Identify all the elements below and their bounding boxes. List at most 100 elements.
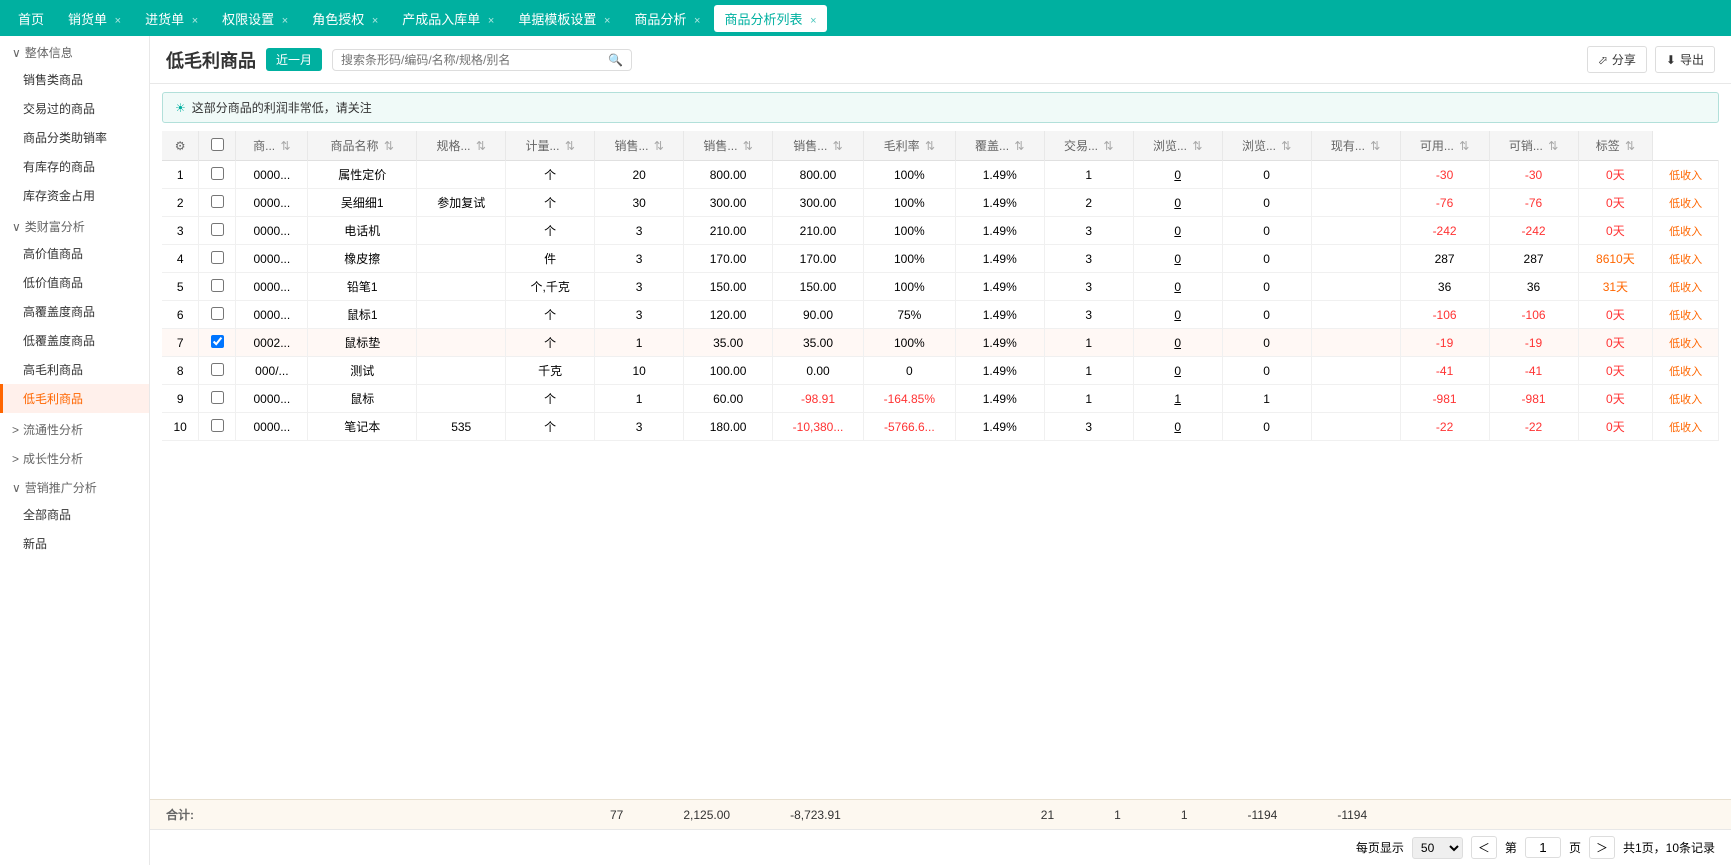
row-spec: 535 — [417, 413, 506, 441]
col-name[interactable]: 商品名称 ⇅ — [308, 131, 417, 161]
row-sales-qty: 3 — [595, 245, 684, 273]
col-coverage[interactable]: 覆盖... ⇅ — [955, 131, 1044, 161]
row-checkbox[interactable] — [211, 391, 224, 404]
row-checkbox[interactable] — [211, 223, 224, 236]
row-checkbox[interactable] — [211, 279, 224, 292]
col-sales-qty[interactable]: 销售... ⇅ — [595, 131, 684, 161]
col-sales-price[interactable]: 销售... ⇅ — [684, 131, 773, 161]
row-coverage: 2 — [1044, 189, 1133, 217]
col-saleable[interactable]: 可销... ⇅ — [1489, 131, 1578, 161]
nav-goods-analysis-list-close[interactable]: × — [810, 15, 816, 27]
row-sales-qty: 30 — [595, 189, 684, 217]
footer-sales-price: 2,125.00 — [683, 808, 730, 822]
sidebar-group-wealth[interactable]: ∨ 类财富分析 — [0, 210, 149, 239]
sidebar-group-growth[interactable]: > 成长性分析 — [0, 442, 149, 471]
page-title: 低毛利商品 — [166, 47, 256, 73]
search-input[interactable] — [341, 53, 608, 67]
sidebar-group-overall[interactable]: ∨ 整体信息 — [0, 36, 149, 65]
nav-templates-close[interactable]: × — [604, 15, 610, 27]
sidebar-group-flow[interactable]: > 流通性分析 — [0, 413, 149, 442]
row-checkbox[interactable] — [211, 195, 224, 208]
row-unit: 千克 — [506, 357, 595, 385]
col-code[interactable]: 商... ⇅ — [236, 131, 308, 161]
nav-products-close[interactable]: × — [488, 15, 494, 27]
page-number-input[interactable] — [1525, 837, 1561, 858]
pagination-bar: 每页显示 50 100 ＜ 第 页 ＞ 共1页，10条记录 — [150, 829, 1731, 865]
share-button[interactable]: ⬀ 分享 — [1587, 46, 1647, 73]
sidebar-item-category-rate[interactable]: 商品分类助销率 — [0, 123, 149, 152]
sidebar-group-flow-label: 流通性分析 — [23, 421, 83, 438]
row-trade[interactable]: 1 — [1133, 385, 1222, 413]
nav-templates[interactable]: 单据模板设置 × — [508, 5, 620, 32]
row-seq: 8 — [162, 357, 199, 385]
data-table: ⚙ 商... ⇅ 商品名称 ⇅ 规格... ⇅ 计量... ⇅ 销售... ⇅ … — [162, 131, 1719, 441]
nav-sales[interactable]: 销货单 × — [58, 5, 131, 32]
row-checkbox[interactable] — [211, 335, 224, 348]
nav-products[interactable]: 产成品入库单 × — [392, 5, 504, 32]
sidebar-item-new-goods[interactable]: 新品 — [0, 529, 149, 558]
row-profit-rate: 100% — [863, 329, 955, 357]
row-checkbox[interactable] — [211, 167, 224, 180]
prev-page-button[interactable]: ＜ — [1471, 836, 1497, 859]
filter-recent-month-button[interactable]: 近一月 — [266, 48, 322, 71]
nav-roles[interactable]: 角色授权 × — [302, 5, 388, 32]
sidebar-item-low-coverage[interactable]: 低覆盖度商品 — [0, 326, 149, 355]
footer-sales-profit: -8,723.91 — [790, 808, 841, 822]
row-trade[interactable]: 0 — [1133, 357, 1222, 385]
nav-permissions-close[interactable]: × — [282, 15, 288, 27]
sidebar-item-capital[interactable]: 库存资金占用 — [0, 181, 149, 210]
search-icon[interactable]: 🔍 — [608, 53, 623, 67]
nav-goods-analysis-list[interactable]: 商品分析列表 × — [714, 5, 826, 32]
nav-permissions[interactable]: 权限设置 × — [212, 5, 298, 32]
row-checkbox[interactable] — [211, 251, 224, 264]
col-spec[interactable]: 规格... ⇅ — [417, 131, 506, 161]
select-all-checkbox[interactable] — [211, 138, 224, 151]
sidebar-item-low-margin[interactable]: 低毛利商品 — [0, 384, 149, 413]
col-tag[interactable]: 标签 ⇅ — [1578, 131, 1653, 161]
col-unit[interactable]: 计量... ⇅ — [506, 131, 595, 161]
sidebar-item-high-margin[interactable]: 高毛利商品 — [0, 355, 149, 384]
export-button[interactable]: ⬇ 导出 — [1655, 46, 1715, 73]
col-avail-stock[interactable]: 可用... ⇅ — [1400, 131, 1489, 161]
col-sales-profit[interactable]: 销售... ⇅ — [773, 131, 864, 161]
row-checkbox[interactable] — [211, 307, 224, 320]
row-trade[interactable]: 0 — [1133, 329, 1222, 357]
row-trade[interactable]: 0 — [1133, 189, 1222, 217]
row-trade[interactable]: 0 — [1133, 217, 1222, 245]
col-browse2[interactable]: 浏览... ⇅ — [1222, 131, 1311, 161]
row-trade[interactable]: 0 — [1133, 245, 1222, 273]
col-now-stock[interactable]: 现有... ⇅ — [1311, 131, 1400, 161]
nav-goods-analysis-close[interactable]: × — [694, 15, 700, 27]
sidebar-item-sales-goods[interactable]: 销售类商品 — [0, 65, 149, 94]
row-browse1: 0 — [1222, 273, 1311, 301]
row-trade[interactable]: 0 — [1133, 413, 1222, 441]
row-checkbox[interactable] — [211, 419, 224, 432]
sidebar-item-traded-goods[interactable]: 交易过的商品 — [0, 94, 149, 123]
nav-purchase[interactable]: 进货单 × — [135, 5, 208, 32]
sidebar-item-in-stock[interactable]: 有库存的商品 — [0, 152, 149, 181]
sidebar-item-low-value[interactable]: 低价值商品 — [0, 268, 149, 297]
sidebar-item-high-value[interactable]: 高价值商品 — [0, 239, 149, 268]
nav-home[interactable]: 首页 — [8, 5, 54, 32]
table-row: 70002...鼠标垫个135.0035.00100%1.49%100-19-1… — [162, 329, 1719, 357]
col-trade[interactable]: 交易... ⇅ — [1044, 131, 1133, 161]
page-size-select[interactable]: 50 100 — [1412, 837, 1463, 859]
col-browse1[interactable]: 浏览... ⇅ — [1133, 131, 1222, 161]
row-trade[interactable]: 0 — [1133, 161, 1222, 189]
nav-sales-close[interactable]: × — [115, 15, 121, 27]
nav-roles-close[interactable]: × — [372, 15, 378, 27]
nav-goods-analysis[interactable]: 商品分析 × — [624, 5, 710, 32]
row-trade[interactable]: 0 — [1133, 301, 1222, 329]
row-trade[interactable]: 0 — [1133, 273, 1222, 301]
nav-purchase-close[interactable]: × — [192, 15, 198, 27]
next-page-button[interactable]: ＞ — [1589, 836, 1615, 859]
col-profit-rate[interactable]: 毛利率 ⇅ — [863, 131, 955, 161]
share-label: 分享 — [1612, 51, 1636, 68]
sidebar-item-high-coverage[interactable]: 高覆盖度商品 — [0, 297, 149, 326]
chevron-down-icon-3: ∨ — [12, 481, 21, 495]
sidebar-item-all-goods[interactable]: 全部商品 — [0, 500, 149, 529]
col-settings[interactable]: ⚙ — [162, 131, 199, 161]
row-checkbox[interactable] — [211, 363, 224, 376]
sidebar-group-marketing[interactable]: ∨ 营销推广分析 — [0, 471, 149, 500]
row-sales-price: 120.00 — [684, 301, 773, 329]
